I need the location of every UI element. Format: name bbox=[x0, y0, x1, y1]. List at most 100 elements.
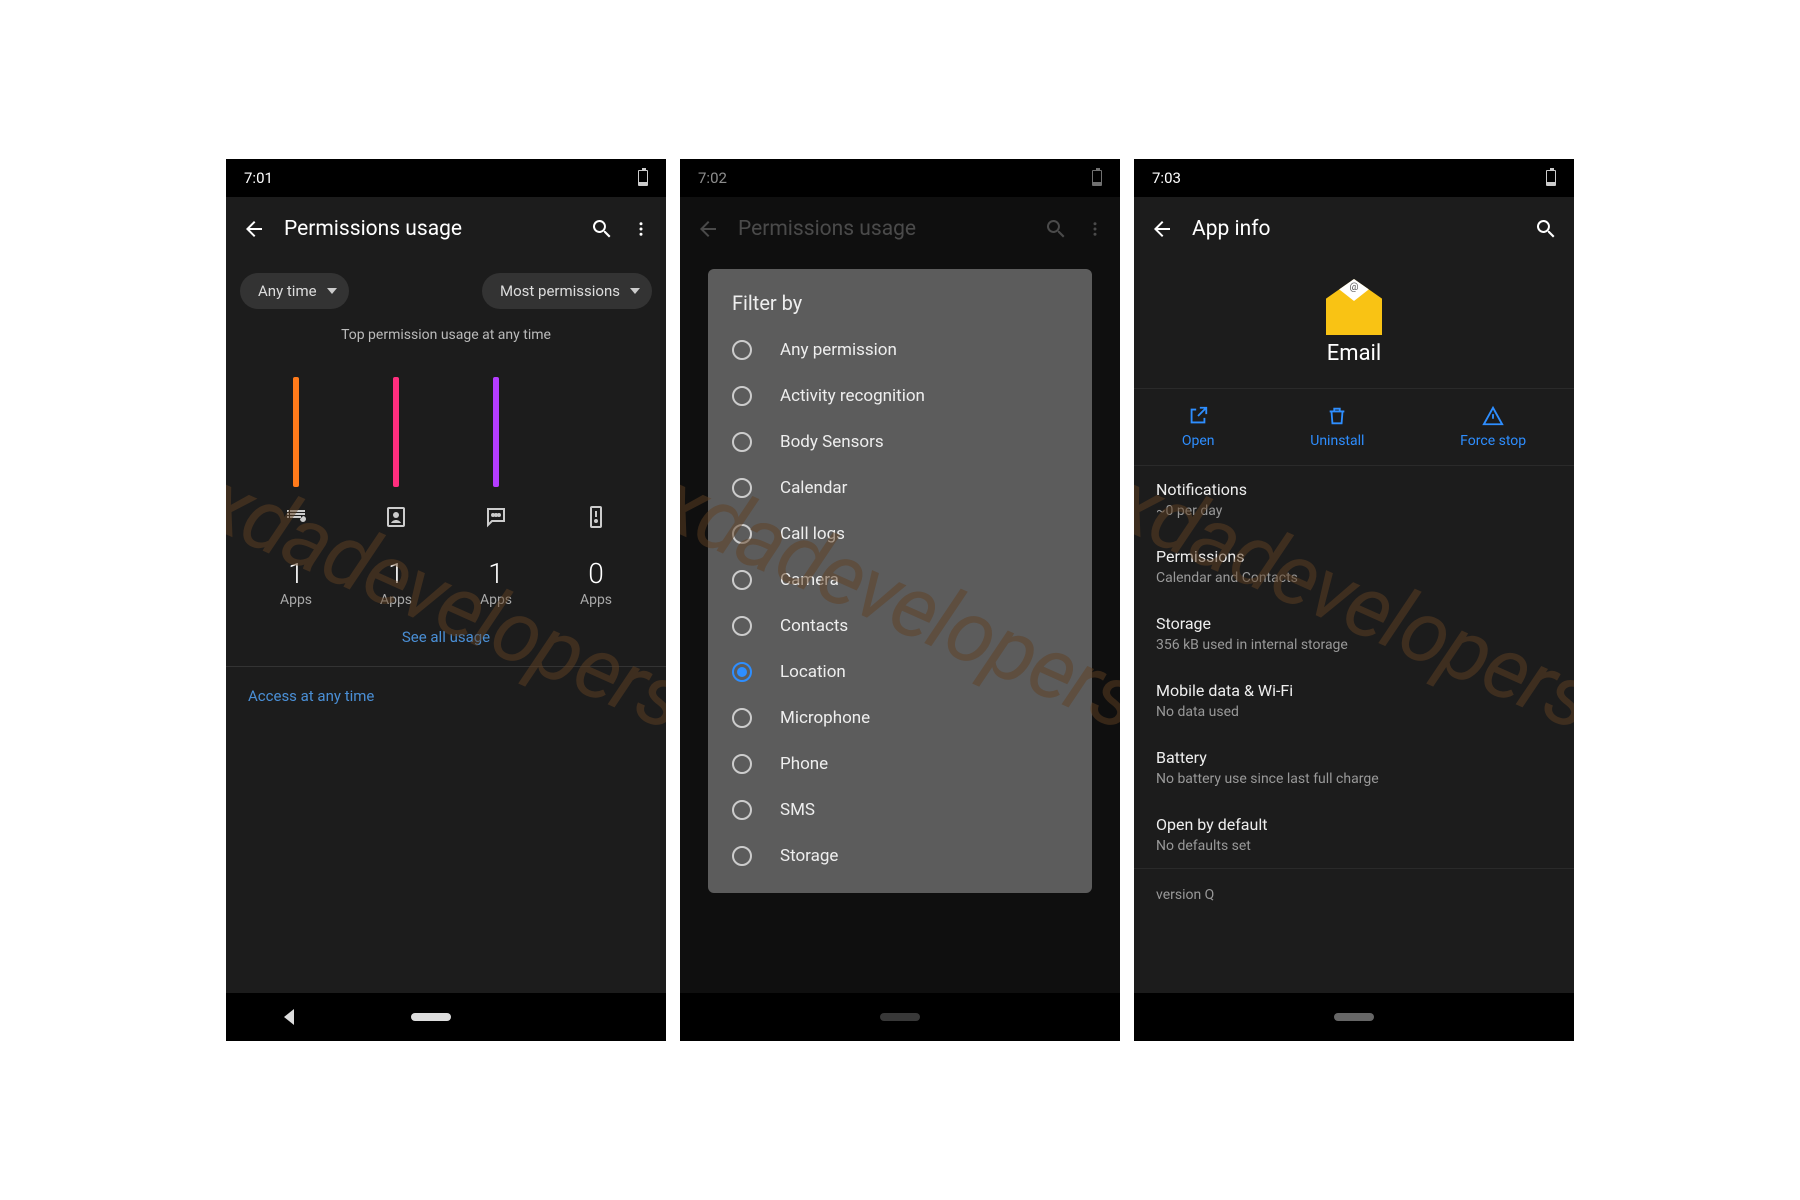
dialog-title: Filter by bbox=[708, 291, 1092, 327]
option-label: Call logs bbox=[780, 524, 845, 544]
setting-row[interactable]: BatteryNo battery use since last full ch… bbox=[1134, 734, 1574, 801]
app-bar: App info bbox=[1134, 197, 1574, 261]
filter-option[interactable]: Body Sensors bbox=[708, 419, 1092, 465]
radio-icon bbox=[732, 616, 752, 636]
setting-subtitle: No data used bbox=[1156, 704, 1552, 720]
app-bar: Permissions usage bbox=[226, 197, 666, 261]
usage-label: Apps bbox=[556, 592, 636, 608]
force-stop-button[interactable]: Force stop bbox=[1460, 405, 1526, 449]
filter-option[interactable]: Phone bbox=[708, 741, 1092, 787]
setting-title: Storage bbox=[1156, 614, 1552, 633]
option-label: Camera bbox=[780, 570, 839, 590]
nav-home-pill[interactable] bbox=[411, 1013, 451, 1021]
setting-row[interactable]: Notifications~0 per day bbox=[1134, 466, 1574, 533]
battery-icon bbox=[638, 170, 648, 186]
search-icon[interactable] bbox=[590, 217, 614, 241]
search-icon[interactable] bbox=[1534, 217, 1558, 241]
screen-app-info: xdadevelopers 7:03 App info @ Email Open… bbox=[1134, 159, 1574, 1041]
nav-home-pill[interactable] bbox=[1334, 1013, 1374, 1021]
filter-time-chip[interactable]: Any time bbox=[240, 273, 349, 309]
radio-icon bbox=[732, 570, 752, 590]
clock: 7:01 bbox=[244, 169, 273, 187]
usage-bar bbox=[293, 377, 299, 487]
usage-count: 1 bbox=[356, 557, 436, 590]
option-label: Location bbox=[780, 662, 846, 682]
radio-icon bbox=[732, 662, 752, 682]
filter-option[interactable]: Microphone bbox=[708, 695, 1092, 741]
setting-subtitle: No defaults set bbox=[1156, 838, 1552, 854]
option-label: Activity recognition bbox=[780, 386, 925, 406]
setting-subtitle: Calendar and Contacts bbox=[1156, 570, 1552, 586]
status-bar: 7:01 bbox=[226, 159, 666, 197]
filter-option[interactable]: Call logs bbox=[708, 511, 1092, 557]
filter-option[interactable]: Storage bbox=[708, 833, 1092, 879]
see-all-usage-link[interactable]: See all usage bbox=[226, 608, 666, 666]
usage-count: 1 bbox=[256, 557, 336, 590]
trash-icon bbox=[1326, 405, 1348, 427]
setting-row[interactable]: Mobile data & Wi-Fi No data used bbox=[1134, 667, 1574, 734]
page-title: App info bbox=[1192, 217, 1516, 241]
nav-bar bbox=[226, 993, 666, 1041]
chart-subtitle: Top permission usage at any time bbox=[226, 321, 666, 357]
radio-icon bbox=[732, 708, 752, 728]
radio-icon bbox=[732, 754, 752, 774]
radio-icon bbox=[732, 524, 752, 544]
filter-option[interactable]: Location bbox=[708, 649, 1092, 695]
setting-row[interactable]: Storage 356 kB used in internal storage bbox=[1134, 600, 1574, 667]
setting-title: Permissions bbox=[1156, 547, 1552, 566]
open-button[interactable]: Open bbox=[1182, 405, 1215, 449]
radio-icon bbox=[732, 386, 752, 406]
option-label: Phone bbox=[780, 754, 828, 774]
nav-back-icon[interactable] bbox=[284, 1009, 294, 1025]
chevron-down-icon bbox=[327, 288, 337, 294]
filter-option[interactable]: Activity recognition bbox=[708, 373, 1092, 419]
radio-icon bbox=[732, 340, 752, 360]
more-icon[interactable] bbox=[632, 217, 650, 241]
app-name: Email bbox=[1134, 341, 1574, 388]
filter-option[interactable]: Camera bbox=[708, 557, 1092, 603]
screen-permissions-usage: xdadevelopers 7:01 Permissions usage Any… bbox=[226, 159, 666, 1041]
filter-option[interactable]: Contacts bbox=[708, 603, 1092, 649]
open-icon bbox=[1187, 405, 1209, 427]
usage-bar bbox=[393, 377, 399, 487]
usage-label: Apps bbox=[456, 592, 536, 608]
radio-icon bbox=[732, 478, 752, 498]
page-title: Permissions usage bbox=[284, 217, 572, 241]
clock: 7:03 bbox=[1152, 169, 1181, 187]
version-text: version Q bbox=[1134, 868, 1574, 921]
filter-option[interactable]: Any permission bbox=[708, 327, 1092, 373]
setting-row[interactable]: Permissions Calendar and Contacts bbox=[1134, 533, 1574, 600]
chevron-down-icon bbox=[630, 288, 640, 294]
filter-dialog: Filter by Any permission Activity recogni… bbox=[708, 269, 1092, 893]
nav-bar bbox=[1134, 993, 1574, 1041]
back-icon[interactable] bbox=[242, 217, 266, 241]
voicemail-icon bbox=[256, 505, 336, 533]
filter-option[interactable]: SMS bbox=[708, 787, 1092, 833]
setting-title: Battery bbox=[1156, 748, 1552, 767]
option-label: Body Sensors bbox=[780, 432, 884, 452]
device-icon bbox=[556, 505, 636, 533]
setting-subtitle: 356 kB used in internal storage bbox=[1156, 637, 1552, 653]
setting-title: Mobile data & Wi-Fi bbox=[1156, 681, 1552, 700]
access-any-time-link[interactable]: Access at any time bbox=[226, 667, 666, 725]
battery-icon bbox=[1546, 170, 1556, 186]
usage-label: Apps bbox=[356, 592, 436, 608]
option-label: Storage bbox=[780, 846, 838, 866]
sort-chip[interactable]: Most permissions bbox=[482, 273, 652, 309]
radio-icon bbox=[732, 846, 752, 866]
screen-filter-dialog: xdadevelopers 7:02 Permissions usage Fil… bbox=[680, 159, 1120, 1041]
filter-option[interactable]: Calendar bbox=[708, 465, 1092, 511]
warning-icon bbox=[1482, 405, 1504, 427]
uninstall-button[interactable]: Uninstall bbox=[1310, 405, 1364, 449]
usage-label: Apps bbox=[256, 592, 336, 608]
setting-row[interactable]: Open by default No defaults set bbox=[1134, 801, 1574, 868]
setting-title: Open by default bbox=[1156, 815, 1552, 834]
status-bar: 7:03 bbox=[1134, 159, 1574, 197]
usage-count: 1 bbox=[456, 557, 536, 590]
option-label: Contacts bbox=[780, 616, 848, 636]
option-label: Microphone bbox=[780, 708, 870, 728]
usage-count: 0 bbox=[556, 557, 636, 590]
radio-icon bbox=[732, 800, 752, 820]
setting-subtitle: ~0 per day bbox=[1156, 503, 1552, 519]
back-icon[interactable] bbox=[1150, 217, 1174, 241]
